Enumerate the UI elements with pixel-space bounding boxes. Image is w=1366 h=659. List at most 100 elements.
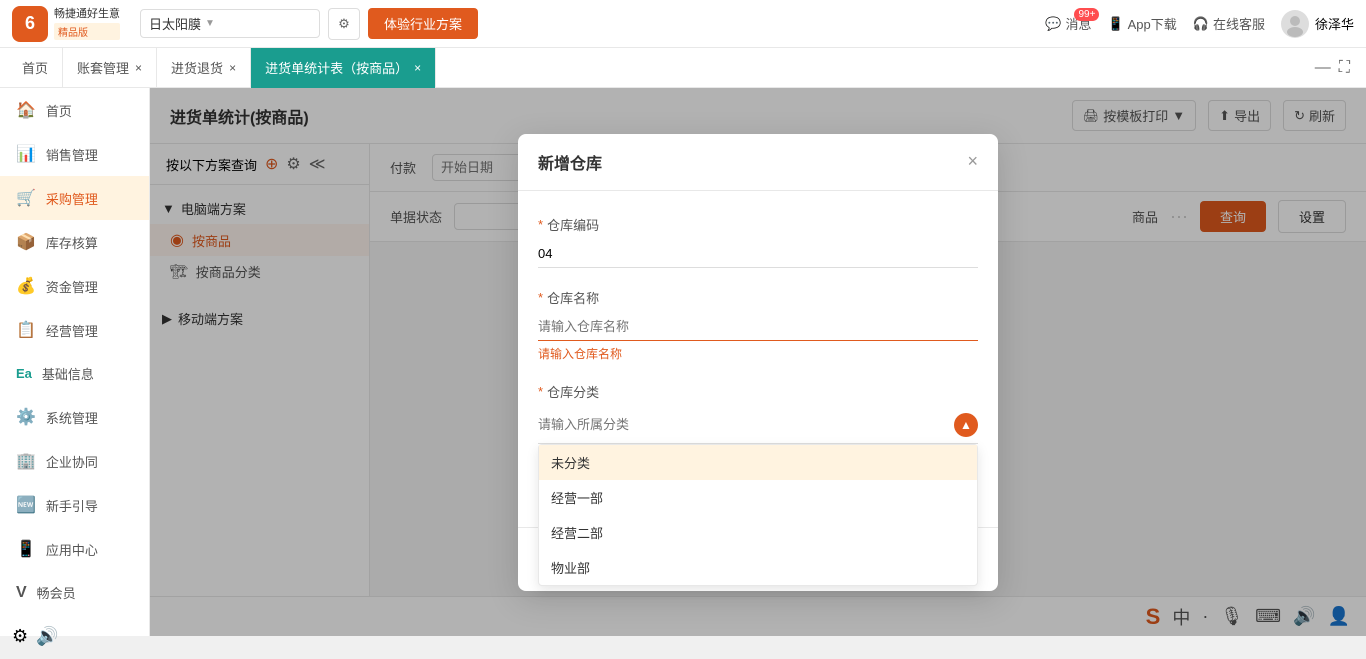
new-warehouse-modal: 新增仓库 × * 仓库编码 * — [518, 134, 998, 591]
logo-text: 畅捷通好生意 — [54, 7, 120, 22]
required-star: * — [538, 217, 543, 232]
home-icon: 🏠 — [16, 100, 36, 120]
dropdown-item-dept3[interactable]: 物业部 — [539, 550, 977, 585]
app-download-label: App下载 — [1128, 14, 1177, 33]
avatar — [1281, 10, 1309, 38]
sidebar-item-system-label: 系统管理 — [46, 408, 98, 427]
mobile-icon: 📱 — [1107, 16, 1123, 32]
search-text: 日太阳膜 — [149, 14, 201, 33]
main-layout: 🏠 首页 📊 销售管理 🛒 采购管理 📦 库存核算 💰 资金管理 📋 经营管理 … — [0, 88, 1366, 636]
sidebar-item-basic-label: 基础信息 — [42, 364, 94, 383]
modal-header: 新增仓库 × — [518, 134, 998, 191]
sidebar-item-membership[interactable]: V 畅会员 — [0, 571, 149, 614]
warehouse-code-field: * 仓库编码 — [538, 215, 978, 268]
sidebar-item-operations-label: 经营管理 — [46, 321, 98, 340]
warehouse-name-input[interactable] — [538, 313, 978, 341]
required-star-3: * — [538, 384, 543, 399]
sidebar-item-enterprise-label: 企业协同 — [46, 452, 98, 471]
warehouse-name-field: * 仓库名称 请输入仓库名称 — [538, 288, 978, 362]
sidebar-item-sales[interactable]: 📊 销售管理 — [0, 132, 149, 176]
sidebar-item-finance[interactable]: 💰 资金管理 — [0, 264, 149, 308]
category-dropdown: ▲ 未分类 经营一部 经营二部 物业部 — [538, 407, 978, 444]
sidebar-item-membership-label: 畅会员 — [37, 583, 76, 602]
tab-purchase-return[interactable]: 进货退货 × — [157, 48, 251, 88]
category-dropdown-input[interactable] — [538, 417, 954, 432]
sidebar: 🏠 首页 📊 销售管理 🛒 采购管理 📦 库存核算 💰 资金管理 📋 经营管理 … — [0, 88, 150, 636]
apps-icon: 📱 — [16, 539, 36, 559]
sidebar-item-system[interactable]: ⚙️ 系统管理 — [0, 395, 149, 439]
tab-minimize-icon[interactable]: — — [1315, 59, 1331, 77]
inventory-icon: 📦 — [16, 232, 36, 252]
sidebar-bottom: ⚙ 🔊 — [0, 614, 149, 659]
tab-purchase-stats-close[interactable]: × — [414, 61, 421, 75]
tab-right-actions: — ⛶ — [1315, 59, 1358, 77]
modal-overlay[interactable]: 新增仓库 × * 仓库编码 * — [150, 88, 1366, 636]
settings-bottom-icon[interactable]: ⚙ — [12, 626, 28, 647]
sales-icon: 📊 — [16, 144, 36, 164]
username: 徐泽华 — [1315, 14, 1354, 33]
dropdown-item-dept2[interactable]: 经营二部 — [539, 515, 977, 550]
header-right: 💬 消息 99+ 📱 App下载 🎧 在线客服 徐泽华 — [1045, 10, 1354, 38]
tab-purchase-stats-label: 进货单统计表（按商品） — [265, 58, 408, 77]
user-info[interactable]: 徐泽华 — [1281, 10, 1354, 38]
warehouse-name-label: * 仓库名称 — [538, 288, 978, 307]
tab-account-close[interactable]: × — [135, 61, 142, 75]
modal-title: 新增仓库 — [538, 150, 602, 174]
warehouse-category-label: * 仓库分类 — [538, 382, 978, 401]
sidebar-item-apps[interactable]: 📱 应用中心 — [0, 527, 149, 571]
dropdown-toggle-button[interactable]: ▲ — [954, 413, 978, 437]
trial-button[interactable]: 体验行业方案 — [368, 8, 478, 39]
sidebar-item-purchase[interactable]: 🛒 采购管理 — [0, 176, 149, 220]
sidebar-item-finance-label: 资金管理 — [46, 277, 98, 296]
sidebar-item-operations[interactable]: 📋 经营管理 — [0, 308, 149, 352]
notifications-item[interactable]: 💬 消息 99+ — [1045, 14, 1091, 33]
search-bar[interactable]: 日太阳膜 ▼ — [140, 9, 320, 38]
sidebar-item-home-label: 首页 — [46, 101, 72, 120]
logo-icon: 6 — [12, 6, 48, 42]
tab-purchase-return-close[interactable]: × — [229, 61, 236, 75]
settings-icon[interactable]: ⚙ — [328, 8, 360, 40]
online-service-label: 在线客服 — [1213, 14, 1265, 33]
headset-icon: 🎧 — [1193, 16, 1209, 32]
notifications-badge: 99+ — [1074, 8, 1099, 21]
dropdown-item-uncategorized[interactable]: 未分类 — [539, 445, 977, 480]
tab-account[interactable]: 账套管理 × — [63, 48, 157, 88]
guide-icon: 🆕 — [16, 495, 36, 515]
sidebar-item-enterprise[interactable]: 🏢 企业协同 — [0, 439, 149, 483]
category-dropdown-list: 未分类 经营一部 经营二部 物业部 — [538, 444, 978, 586]
logo-area: 6 畅捷通好生意 精品版 — [12, 6, 120, 42]
operations-icon: 📋 — [16, 320, 36, 340]
tab-expand-icon[interactable]: ⛶ — [1339, 59, 1350, 77]
tab-home[interactable]: 首页 — [8, 48, 63, 88]
logo-badge: 精品版 — [54, 23, 120, 40]
online-service-item[interactable]: 🎧 在线客服 — [1193, 14, 1265, 33]
tab-purchase-return-label: 进货退货 — [171, 58, 223, 77]
dropdown-item-dept1[interactable]: 经营一部 — [539, 480, 977, 515]
sidebar-item-purchase-label: 采购管理 — [46, 189, 98, 208]
message-icon: 💬 — [1045, 16, 1061, 32]
modal-body: * 仓库编码 * 仓库名称 请输入仓库名称 — [518, 191, 998, 527]
basic-icon: Ea — [16, 366, 32, 381]
required-star-2: * — [538, 290, 543, 305]
warehouse-name-error: 请输入仓库名称 — [538, 345, 978, 362]
top-header: 6 畅捷通好生意 精品版 日太阳膜 ▼ ⚙ 体验行业方案 💬 消息 99+ 📱 … — [0, 0, 1366, 48]
app-download-item[interactable]: 📱 App下载 — [1107, 14, 1176, 33]
sidebar-item-apps-label: 应用中心 — [46, 540, 98, 559]
enterprise-icon: 🏢 — [16, 451, 36, 471]
content-area: 进货单统计(按商品) 🖨 按模板打印 ▼ ⬆ 导出 ↻ 刷新 — [150, 88, 1366, 636]
sidebar-item-guide[interactable]: 🆕 新手引导 — [0, 483, 149, 527]
sidebar-item-inventory[interactable]: 📦 库存核算 — [0, 220, 149, 264]
tab-purchase-stats[interactable]: 进货单统计表（按商品） × — [251, 48, 436, 88]
tab-bar: 首页 账套管理 × 进货退货 × 进货单统计表（按商品） × — ⛶ — [0, 48, 1366, 88]
warehouse-category-field: * 仓库分类 ▲ 未分类 经营一部 经营二部 — [538, 382, 978, 444]
finance-icon: 💰 — [16, 276, 36, 296]
sidebar-item-basic[interactable]: Ea 基础信息 — [0, 352, 149, 395]
tab-home-label: 首页 — [22, 58, 48, 77]
membership-icon: V — [16, 584, 27, 602]
sidebar-item-home[interactable]: 🏠 首页 — [0, 88, 149, 132]
purchase-icon: 🛒 — [16, 188, 36, 208]
modal-close-button[interactable]: × — [967, 151, 978, 172]
sidebar-item-guide-label: 新手引导 — [46, 496, 98, 515]
warehouse-code-input[interactable] — [538, 240, 978, 268]
speaker-icon[interactable]: 🔊 — [36, 626, 58, 647]
